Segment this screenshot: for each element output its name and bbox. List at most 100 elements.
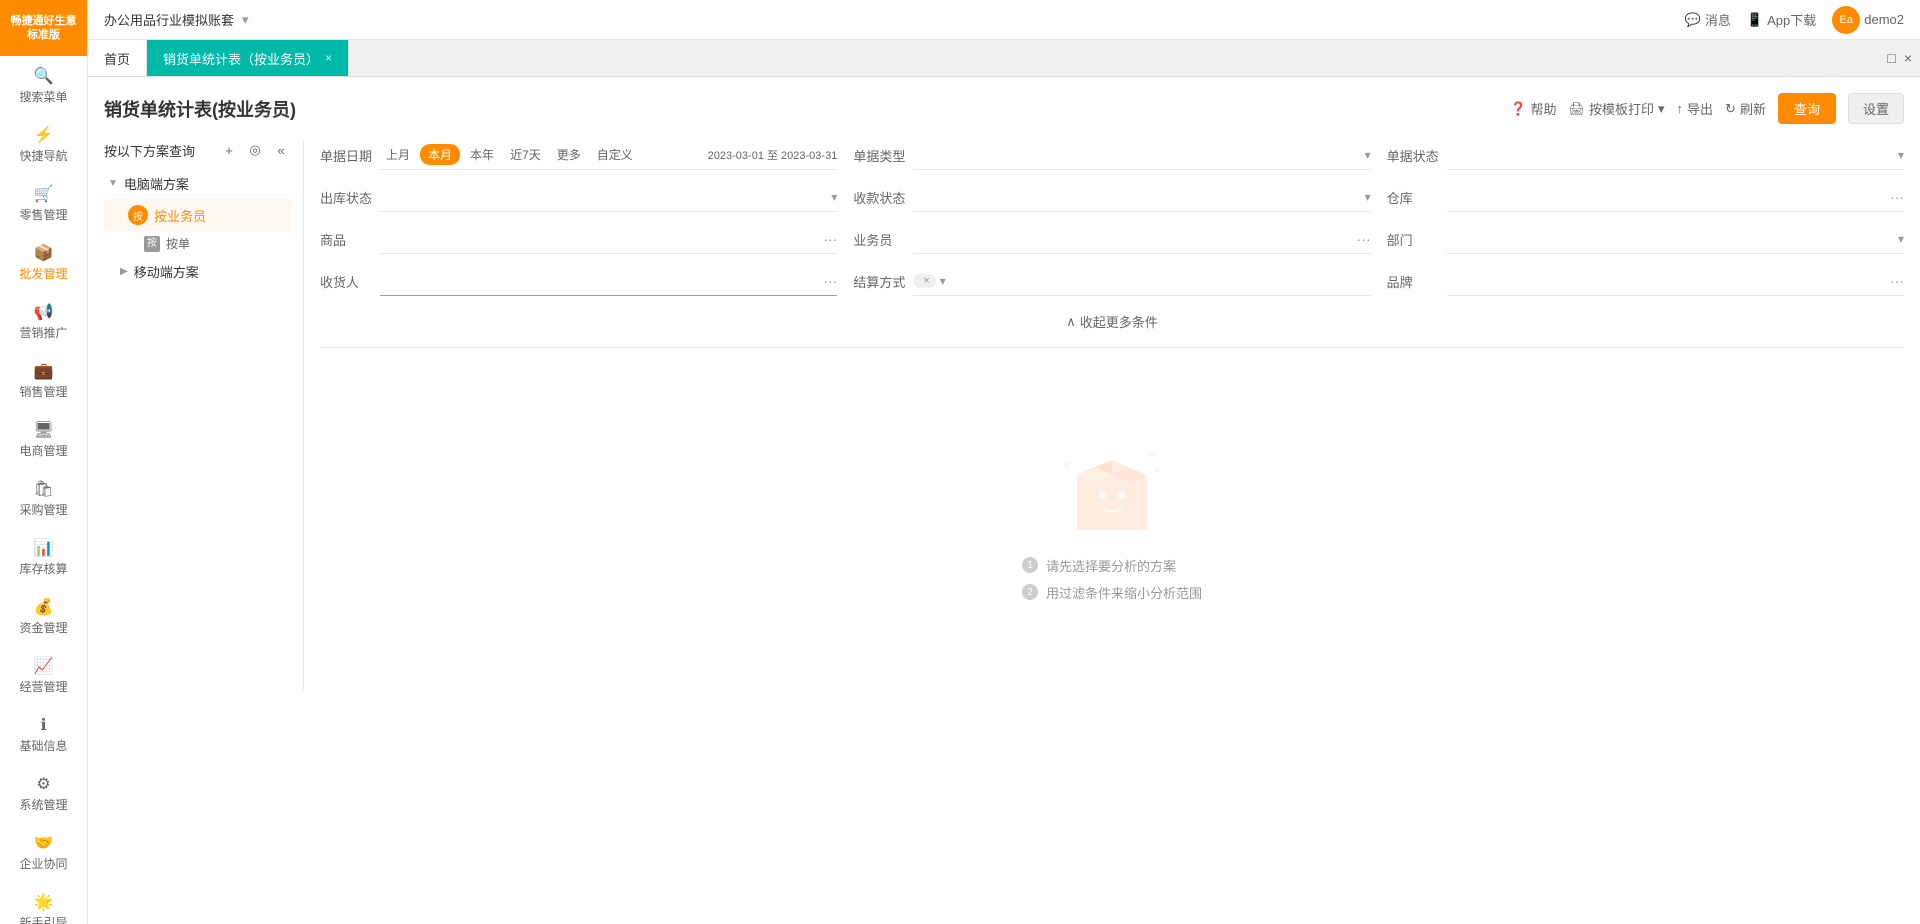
doc-type-control[interactable]: ▾: [913, 140, 1370, 170]
tab-restore-btn[interactable]: □: [1887, 50, 1895, 66]
sidebar-item-wholesale[interactable]: 📦 批发管理: [0, 233, 87, 292]
tree-sub-order[interactable]: 按 按单: [104, 231, 291, 256]
help-btn[interactable]: ❓ 帮助: [1510, 99, 1556, 118]
sidebar-item-purchase[interactable]: 🛍 采购管理: [0, 469, 87, 528]
search-icon: 🔍: [4, 66, 83, 86]
brand-label: 品牌: [1387, 272, 1439, 291]
tab-home[interactable]: 首页: [88, 40, 147, 76]
payment-method-label: 结算方式: [853, 272, 905, 291]
sidebar-item-cooperation[interactable]: 🤝 企业协同: [0, 823, 87, 882]
tree-desktop-parent[interactable]: ▼ 电脑端方案: [104, 168, 291, 199]
tree-section: ▼ 电脑端方案 按 按业务员 按 按单 ▶ 移动: [104, 168, 291, 287]
payment-method-arrow-icon[interactable]: ▾: [940, 274, 946, 288]
date-tab-this-month[interactable]: 本月: [420, 144, 460, 165]
sales-icon: 💼: [4, 361, 83, 381]
sidebar-item-operation[interactable]: 📈 经营管理: [0, 646, 87, 705]
sidebar-item-finance[interactable]: 💰 资金管理: [0, 587, 87, 646]
query-btn[interactable]: 查询: [1778, 93, 1836, 124]
left-panel-header: 按以下方案查询 + ◎ «: [104, 140, 291, 160]
sidebar-nav: 🔍 搜索菜单 ⚡ 快捷导航 🛒 零售管理 📦 批发管理 📢 营销推广 💼 销售管…: [0, 56, 87, 924]
date-tabs: 上月 本月 本年 近7天 更多 自定义: [380, 144, 639, 165]
date-tab-custom[interactable]: 自定义: [591, 144, 639, 165]
date-tab-last-month[interactable]: 上月: [380, 144, 416, 165]
topbar-dropdown-icon[interactable]: ▾: [242, 12, 249, 28]
sidebar-item-system[interactable]: ⚙ 系统管理: [0, 764, 87, 823]
payment-control[interactable]: ▾: [913, 182, 1370, 212]
salesperson-control[interactable]: ···: [913, 224, 1370, 254]
collapse-panel-btn[interactable]: «: [271, 140, 291, 160]
inventory-icon: 📊: [4, 538, 83, 558]
warehouse-control[interactable]: ···: [1447, 182, 1904, 212]
shortcut-icon: ⚡: [4, 125, 83, 145]
receiver-input[interactable]: [380, 273, 823, 288]
doc-status-label: 单据状态: [1387, 146, 1439, 165]
tab-close-btn[interactable]: ×: [325, 51, 332, 65]
export-btn[interactable]: ↑ 导出: [1677, 99, 1714, 118]
empty-step-2: 2 用过滤条件来缩小分析范围: [1022, 583, 1202, 602]
help-icon: ❓: [1510, 101, 1526, 117]
collapse-btn[interactable]: ∧ 收起更多条件: [1054, 308, 1170, 335]
date-control: 上月 本月 本年 近7天 更多 自定义 2023-03-01 至 2023-03…: [380, 140, 837, 170]
sidebar-item-ecommerce[interactable]: 🖥 电商管理: [0, 410, 87, 469]
date-tab-this-year[interactable]: 本年: [464, 144, 500, 165]
left-panel-icons: + ◎ «: [219, 140, 291, 160]
right-panel: 单据日期 上月 本月 本年 近7天 更多 自定义: [304, 140, 1904, 690]
tag-close-btn[interactable]: ×: [923, 275, 929, 287]
edit-scheme-btn[interactable]: ◎: [245, 140, 265, 160]
brand-control[interactable]: ···: [1447, 266, 1904, 296]
sidebar-item-basic[interactable]: ℹ 基础信息: [0, 705, 87, 764]
body-layout: 按以下方案查询 + ◎ « ▼ 电脑端方案 按: [104, 140, 1904, 690]
doc-status-control[interactable]: ▾: [1447, 140, 1904, 170]
step-1-text: 请先选择要分析的方案: [1046, 556, 1176, 575]
add-scheme-btn[interactable]: +: [219, 140, 239, 160]
receiver-dots-icon[interactable]: ···: [823, 273, 837, 289]
empty-steps: 1 请先选择要分析的方案 2 用过滤条件来缩小分析范围: [1022, 556, 1202, 610]
tabs-bar: 首页 销货单统计表（按业务员） × □ ×: [88, 40, 1920, 77]
settings-btn[interactable]: 设置: [1848, 93, 1904, 124]
sidebar-item-search[interactable]: 🔍 搜索菜单: [0, 56, 87, 115]
sidebar-item-newbie[interactable]: 🌟 新手引导: [0, 882, 87, 924]
outbound-control[interactable]: ▾: [380, 182, 837, 212]
message-btn[interactable]: 💬 消息: [1685, 10, 1731, 29]
tab-close-all-btn[interactable]: ×: [1904, 50, 1912, 66]
cooperation-icon: 🤝: [4, 833, 83, 853]
tree-mobile-parent[interactable]: ▶ 移动端方案: [104, 256, 291, 287]
avatar: Ea: [1832, 6, 1860, 34]
sidebar-item-retail[interactable]: 🛒 零售管理: [0, 174, 87, 233]
date-tab-7days[interactable]: 近7天: [504, 144, 547, 165]
sidebar-item-shortcut[interactable]: ⚡ 快捷导航: [0, 115, 87, 174]
step-2-text: 用过滤条件来缩小分析范围: [1046, 583, 1202, 602]
mobile-label: 移动端方案: [134, 262, 199, 281]
app-download-btn[interactable]: 📱 App下载: [1747, 10, 1816, 29]
date-tab-more[interactable]: 更多: [551, 144, 587, 165]
warehouse-dots-icon: ···: [1890, 189, 1904, 205]
sidebar-item-sales[interactable]: 💼 销售管理: [0, 351, 87, 410]
left-panel: 按以下方案查询 + ◎ « ▼ 电脑端方案 按: [104, 140, 304, 690]
date-label: 单据日期: [320, 146, 372, 165]
filter-doc-status: 单据状态 ▾: [1387, 140, 1904, 170]
salesperson-label: 业务员: [853, 230, 905, 249]
outbound-label: 出库状态: [320, 188, 372, 207]
empty-step-1: 1 请先选择要分析的方案: [1022, 556, 1202, 575]
product-control[interactable]: ···: [380, 224, 837, 254]
brand-dots-icon: ···: [1890, 273, 1904, 289]
tab-sales-summary[interactable]: 销货单统计表（按业务员） ×: [147, 40, 349, 76]
logo-area: 畅捷通好生意 标准版: [0, 0, 87, 56]
sub-order-icon: 按: [144, 236, 160, 252]
sidebar-item-marketing[interactable]: 📢 营销推广: [0, 292, 87, 351]
filter-doc-type: 单据类型 ▾: [853, 140, 1370, 170]
marketing-icon: 📢: [4, 302, 83, 322]
department-control[interactable]: ▾: [1447, 224, 1904, 254]
filter-warehouse: 仓库 ···: [1387, 182, 1904, 212]
warehouse-label: 仓库: [1387, 188, 1439, 207]
filter-receiver: 收货人 ···: [320, 266, 837, 296]
receiver-label: 收货人: [320, 272, 372, 291]
product-label: 商品: [320, 230, 372, 249]
refresh-btn[interactable]: ↻ 刷新: [1725, 99, 1766, 118]
main-area: 办公用品行业模拟账套 ▾ 💬 消息 📱 App下载 Ea demo2 首页: [88, 0, 1920, 924]
sidebar-item-inventory[interactable]: 📊 库存核算: [0, 528, 87, 587]
print-btn[interactable]: 🖨 按模板打印 ▾: [1568, 99, 1664, 118]
tree-child-salesperson[interactable]: 按 按业务员: [104, 199, 291, 231]
product-dots-icon: ···: [823, 231, 837, 247]
user-area[interactable]: Ea demo2: [1832, 6, 1904, 34]
